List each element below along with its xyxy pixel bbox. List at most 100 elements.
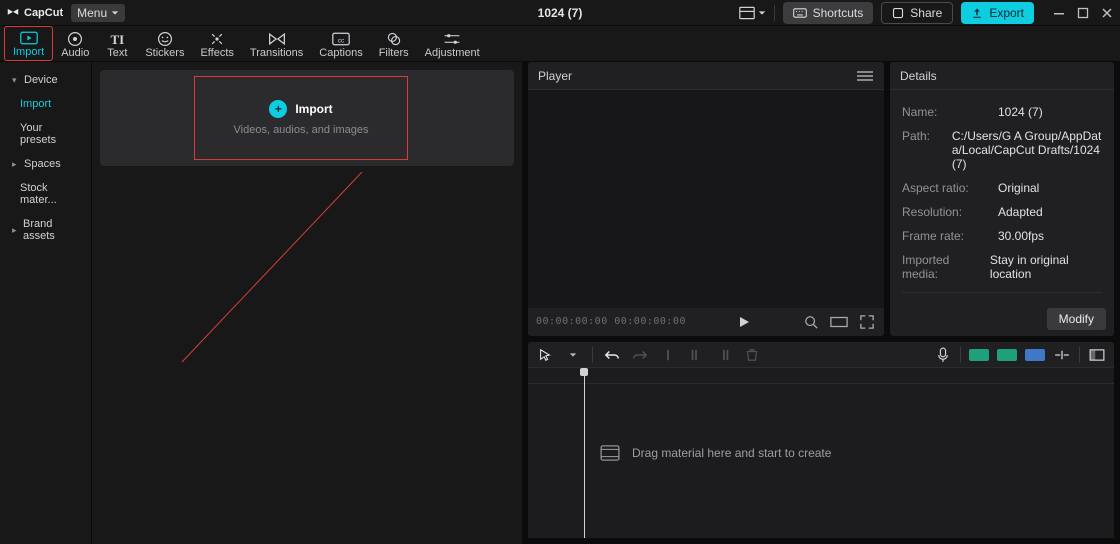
timeline-ruler[interactable]	[528, 368, 1114, 384]
tab-adjustment[interactable]: Adjustment	[417, 28, 488, 61]
timeline-toolbar	[528, 342, 1114, 368]
cursor-tool[interactable]	[536, 346, 554, 364]
cover-button[interactable]	[1088, 346, 1106, 364]
tab-captions[interactable]: cc Captions	[311, 28, 370, 61]
tab-transitions[interactable]: Transitions	[242, 28, 311, 61]
fullscreen-button[interactable]	[858, 313, 876, 331]
play-button[interactable]	[735, 313, 753, 331]
detail-imported: Imported media:Stay in original location	[902, 248, 1102, 286]
timeline-toolbar-right	[934, 346, 1106, 364]
app-logo: CapCut	[6, 6, 63, 20]
sidebar: ▾Device Import Your presets ▸Spaces Stoc…	[0, 62, 92, 544]
sidebar-item-stock[interactable]: Stock mater...	[4, 176, 87, 212]
tab-label: Effects	[200, 47, 233, 59]
chevron-down-icon	[111, 9, 119, 17]
capcut-icon	[6, 6, 20, 20]
auto-snap[interactable]	[997, 349, 1017, 361]
shortcuts-button[interactable]: Shortcuts	[783, 2, 874, 24]
sidebar-item-label: Your presets	[20, 122, 79, 146]
layout-dropdown[interactable]	[739, 4, 766, 22]
chevron-down-icon	[758, 9, 766, 17]
sidebar-item-spaces[interactable]: ▸Spaces	[4, 152, 87, 176]
tab-label: Adjustment	[425, 47, 480, 59]
film-icon	[600, 445, 620, 461]
split-button[interactable]	[659, 346, 677, 364]
share-icon	[892, 7, 904, 19]
sidebar-item-presets[interactable]: Your presets	[4, 116, 87, 152]
player-viewport[interactable]	[528, 90, 884, 308]
sidebar-item-label: Import	[20, 98, 51, 110]
import-row: + Import	[269, 100, 332, 118]
audio-icon	[67, 31, 83, 47]
tab-text[interactable]: TI Text	[97, 28, 137, 61]
details-panel: Details Name:1024 (7) Path:C:/Users/G A …	[890, 62, 1114, 336]
delete-right-button[interactable]	[715, 346, 733, 364]
keyboard-icon	[793, 7, 807, 19]
tab-filters[interactable]: Filters	[371, 28, 417, 61]
delete-left-button[interactable]	[687, 346, 705, 364]
adjustment-icon	[443, 31, 461, 47]
player-controls: 00:00:00:00 00:00:00:00	[528, 308, 884, 336]
export-button[interactable]: Export	[961, 2, 1034, 24]
minimize-button[interactable]	[1052, 7, 1066, 19]
sidebar-item-import[interactable]: Import	[4, 92, 87, 116]
tab-stickers[interactable]: Stickers	[137, 28, 192, 61]
timeline-body[interactable]: Drag material here and start to create	[528, 368, 1114, 538]
import-dropzone[interactable]: + Import Videos, audios, and images	[194, 76, 408, 160]
details-title: Details	[900, 69, 937, 83]
player-menu-icon[interactable]	[856, 67, 874, 85]
detail-name: Name:1024 (7)	[902, 100, 1102, 124]
titlebar-right: Shortcuts Share Export	[739, 2, 1114, 24]
ratio-button[interactable]	[830, 313, 848, 331]
window-controls	[1052, 7, 1114, 19]
timeline-empty-text: Drag material here and start to create	[632, 446, 831, 460]
text-icon: TI	[110, 31, 124, 47]
redo-button[interactable]	[631, 346, 649, 364]
tab-import[interactable]: Import	[4, 26, 53, 61]
annotation-line	[172, 172, 372, 372]
sidebar-item-label: Spaces	[24, 158, 61, 170]
undo-button[interactable]	[603, 346, 621, 364]
main-track-magnet[interactable]	[969, 349, 989, 361]
share-button[interactable]: Share	[881, 2, 953, 24]
detail-aspect: Aspect ratio:Original	[902, 176, 1102, 200]
player-panel: Player 00:00:00:00 00:00:00:00	[528, 62, 884, 336]
captions-icon: cc	[332, 31, 350, 47]
timeline-panel: Drag material here and start to create	[528, 342, 1114, 538]
preview-axis-button[interactable]	[1053, 346, 1071, 364]
tool-tabs: Import Audio TI Text Stickers Effects Tr…	[0, 26, 1120, 62]
tab-label: Captions	[319, 47, 362, 59]
transitions-icon	[268, 31, 286, 47]
project-title: 1024 (7)	[538, 6, 583, 20]
tab-label: Stickers	[145, 47, 184, 59]
export-icon	[971, 7, 983, 19]
plus-icon: +	[269, 100, 287, 118]
modify-button[interactable]: Modify	[1047, 308, 1106, 330]
tab-effects[interactable]: Effects	[192, 28, 241, 61]
layout-icon	[739, 6, 755, 20]
player-header: Player	[528, 62, 884, 90]
record-voiceover-button[interactable]	[934, 346, 952, 364]
close-button[interactable]	[1100, 7, 1114, 19]
titlebar: CapCut Menu 1024 (7) Shortcuts Share Exp…	[0, 0, 1120, 26]
import-pane: + Import Videos, audios, and images	[92, 62, 522, 544]
sidebar-item-label: Brand assets	[23, 218, 79, 242]
delete-button[interactable]	[743, 346, 761, 364]
zoom-reset-button[interactable]	[802, 313, 820, 331]
sidebar-item-device[interactable]: ▾Device	[4, 68, 87, 92]
linkage[interactable]	[1025, 349, 1045, 361]
app-name: CapCut	[24, 7, 63, 19]
workspace: ▾Device Import Your presets ▸Spaces Stoc…	[0, 62, 1120, 544]
sidebar-item-brand[interactable]: ▸Brand assets	[4, 212, 87, 248]
tab-label: Audio	[61, 47, 89, 59]
maximize-button[interactable]	[1076, 7, 1090, 19]
sidebar-item-label: Stock mater...	[20, 182, 79, 206]
details-body: Name:1024 (7) Path:C:/Users/G A Group/Ap…	[890, 90, 1114, 302]
menu-button[interactable]: Menu	[71, 4, 125, 22]
sidebar-item-label: Device	[24, 74, 58, 86]
cursor-dropdown[interactable]	[564, 346, 582, 364]
detail-framerate: Frame rate:30.00fps	[902, 224, 1102, 248]
tab-audio[interactable]: Audio	[53, 28, 97, 61]
import-subtitle: Videos, audios, and images	[234, 124, 369, 136]
tab-label: Text	[107, 47, 127, 59]
